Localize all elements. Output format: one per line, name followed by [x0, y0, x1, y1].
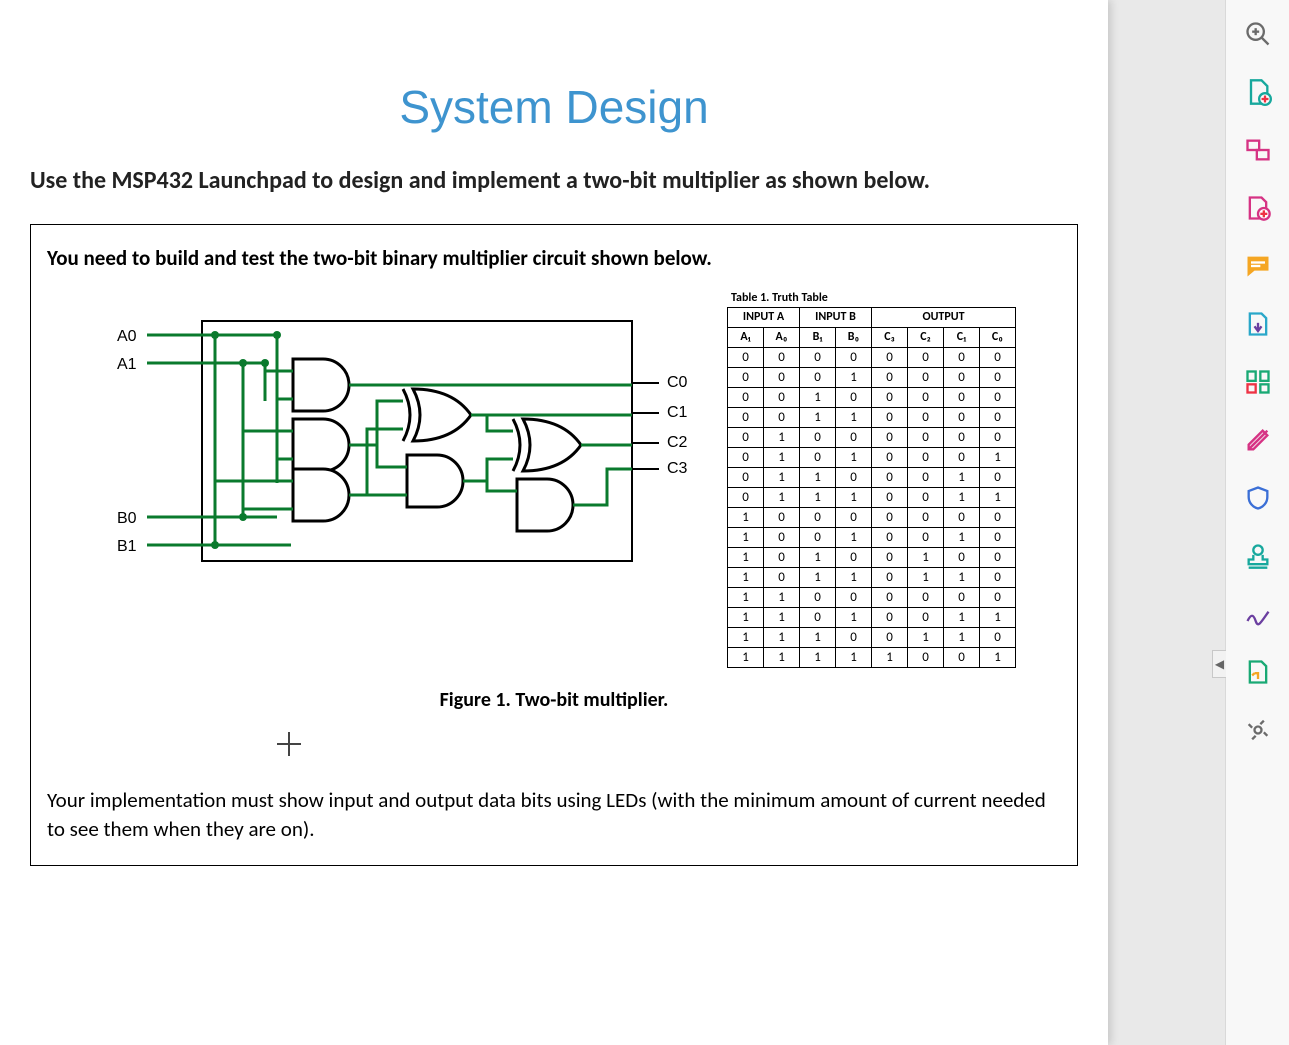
table-row: 00110000: [728, 407, 1016, 427]
truth-body: 0000000000010000001000000011000001000000…: [728, 347, 1016, 667]
table-row: 01000000: [728, 427, 1016, 447]
label-b0: B0: [117, 510, 137, 527]
fill-sign-icon[interactable]: [1242, 598, 1274, 630]
export-pdf-icon[interactable]: [1242, 308, 1274, 340]
label-a1: A1: [117, 356, 137, 373]
intro-text: Use the MSP432 Launchpad to design and i…: [30, 164, 1078, 199]
redact-icon[interactable]: [1242, 424, 1274, 456]
truth-group-out: OUTPUT: [872, 307, 1016, 327]
truth-group-b: INPUT B: [800, 307, 872, 327]
table-row: 00000000: [728, 347, 1016, 367]
truth-header: B₁: [800, 327, 836, 347]
table-row: 10110110: [728, 567, 1016, 587]
truth-header: C₁: [944, 327, 980, 347]
label-b1: B1: [117, 538, 137, 555]
figure-caption: Figure 1. Two-bit multiplier.: [47, 688, 1061, 712]
protect-icon[interactable]: [1242, 482, 1274, 514]
more-tools-icon[interactable]: [1242, 714, 1274, 746]
truth-header: B₀: [836, 327, 872, 347]
table-row: 01100010: [728, 467, 1016, 487]
table-row: 00010000: [728, 367, 1016, 387]
zoom-in-icon[interactable]: [1242, 18, 1274, 50]
tools-rail: ◀: [1225, 0, 1289, 1045]
label-c2: C2: [667, 434, 688, 451]
text-cursor-icon: [277, 732, 301, 756]
implementation-note: Your implementation must show input and …: [47, 786, 1061, 845]
edit-pdf-icon[interactable]: [1242, 192, 1274, 224]
truth-header: C₀: [980, 327, 1016, 347]
table-row: 11010011: [728, 607, 1016, 627]
table-row: 11111001: [728, 647, 1016, 667]
collapse-rail-button[interactable]: ◀: [1212, 650, 1226, 678]
table-row: 11000000: [728, 587, 1016, 607]
truth-group-a: INPUT A: [728, 307, 800, 327]
truth-headers-row: A₁A₀B₁B₀C₃C₂C₁C₀: [728, 327, 1016, 347]
document-viewport[interactable]: System Design Use the MSP432 Launchpad t…: [0, 0, 1225, 1045]
document-page: System Design Use the MSP432 Launchpad t…: [0, 0, 1108, 1045]
table-row: 01110011: [728, 487, 1016, 507]
truth-header: C₂: [908, 327, 944, 347]
create-pdf-icon[interactable]: [1242, 76, 1274, 108]
label-c3: C3: [667, 460, 688, 477]
truth-header: A₀: [764, 327, 800, 347]
truth-header: A₁: [728, 327, 764, 347]
label-c1: C1: [667, 404, 688, 421]
truth-table: INPUT A INPUT B OUTPUT A₁A₀B₁B₀C₃C₂C₁C₀ …: [727, 307, 1016, 668]
assignment-box: You need to build and test the two-bit b…: [30, 224, 1078, 866]
label-a0: A0: [117, 328, 137, 345]
table-row: 00100000: [728, 387, 1016, 407]
table-row: 11100110: [728, 627, 1016, 647]
label-c0: C0: [667, 374, 688, 391]
stamp-icon[interactable]: [1242, 540, 1274, 572]
organize-pages-icon[interactable]: [1242, 366, 1274, 398]
circuit-diagram: A0 A1 B0 B1 C0 C1 C2 C3: [47, 301, 707, 616]
page-title: System Design: [30, 80, 1078, 134]
table-row: 10000000: [728, 507, 1016, 527]
comment-icon[interactable]: [1242, 250, 1274, 282]
send-review-icon[interactable]: [1242, 656, 1274, 688]
table-row: 10010010: [728, 527, 1016, 547]
truth-table-title: Table 1. Truth Table: [731, 291, 1016, 305]
table-row: 01010001: [728, 447, 1016, 467]
truth-header: C₃: [872, 327, 908, 347]
combine-files-icon[interactable]: [1242, 134, 1274, 166]
table-row: 10100100: [728, 547, 1016, 567]
assignment-lead: You need to build and test the two-bit b…: [47, 245, 1061, 271]
